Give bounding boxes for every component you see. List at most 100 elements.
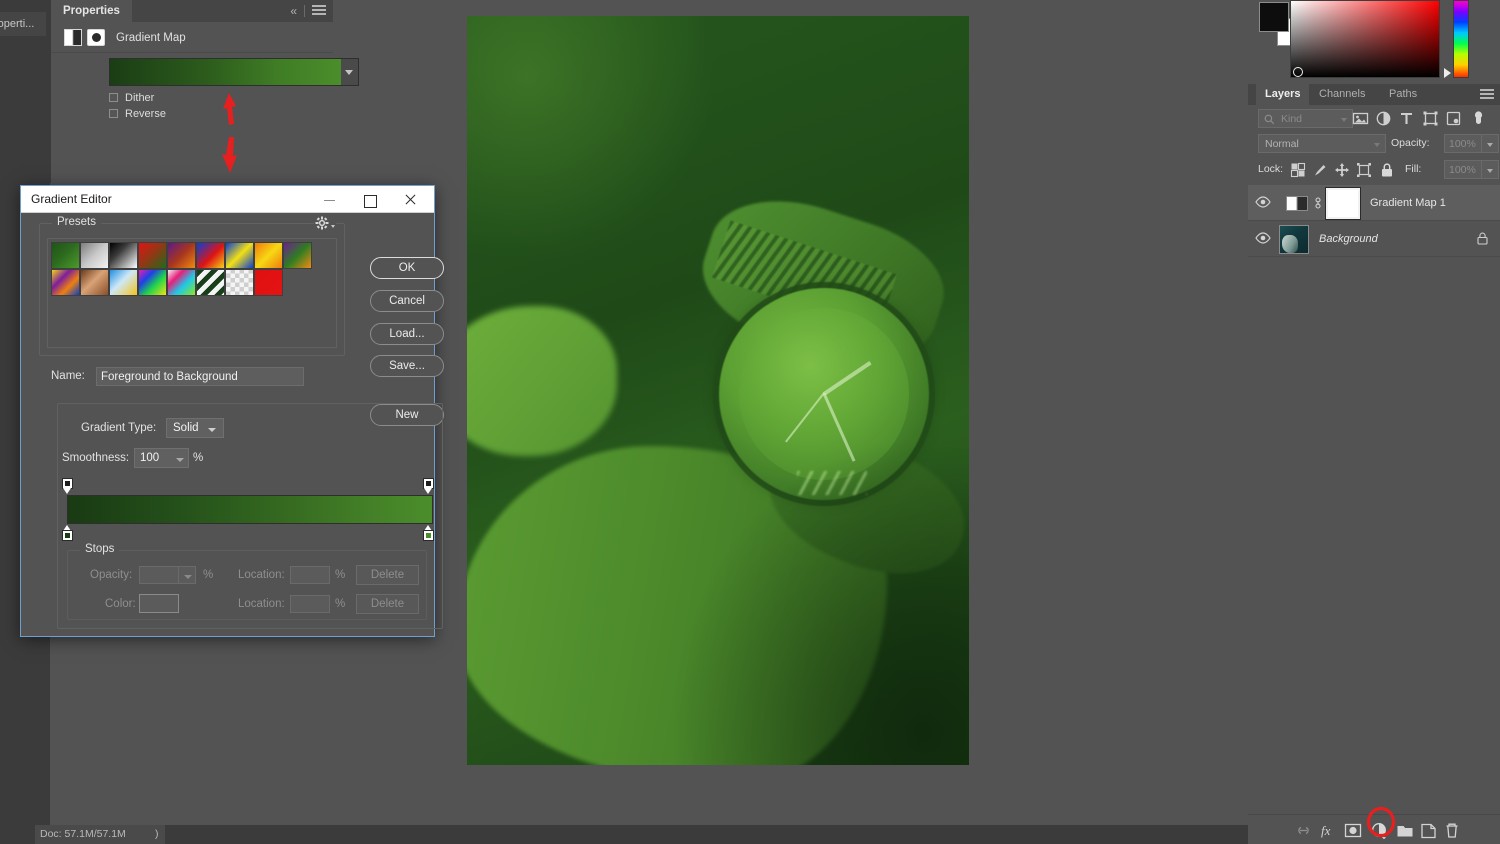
filter-shape-icon[interactable] <box>1422 110 1439 127</box>
lock-transparent-pixels-icon[interactable] <box>1290 162 1306 178</box>
foreground-color-swatch[interactable] <box>1259 2 1289 32</box>
lock-label: Lock: <box>1258 163 1284 175</box>
fill-label: Fill: <box>1405 163 1422 175</box>
color-stop-right[interactable] <box>423 525 434 541</box>
gradient-thumbnail-icon[interactable] <box>64 29 82 46</box>
location-label-1: Location: <box>238 569 285 581</box>
collapsed-properties-tab[interactable]: roperti... <box>0 12 46 36</box>
fill-dropdown-arrow-icon[interactable] <box>1482 160 1499 179</box>
presets-listbox[interactable] <box>47 238 337 348</box>
tab-paths[interactable]: Paths <box>1380 84 1426 105</box>
preset-swatch-foreground-to-background-green[interactable] <box>51 242 80 269</box>
minimize-icon[interactable] <box>310 186 350 213</box>
table-row[interactable]: Background <box>1248 221 1500 257</box>
layer-mask-icon[interactable] <box>87 29 105 46</box>
preset-swatch-transparent-stripes[interactable] <box>225 269 254 296</box>
lock-image-pixels-icon[interactable] <box>1312 162 1328 178</box>
filter-toggle-icon[interactable] <box>1470 110 1487 127</box>
hue-slider-cursor-icon[interactable] <box>1444 68 1451 78</box>
cancel-button[interactable]: Cancel <box>370 290 444 312</box>
saturation-value-field[interactable] <box>1290 0 1440 78</box>
close-icon[interactable] <box>390 186 430 213</box>
color-label: Color: <box>105 598 136 610</box>
background-thumbnail-icon[interactable] <box>1279 225 1309 254</box>
preset-swatch-violet-orange[interactable] <box>167 242 196 269</box>
preset-swatch-red-solid[interactable] <box>254 269 283 296</box>
preset-swatch-blue-red-yellow[interactable] <box>196 242 225 269</box>
hue-slider[interactable] <box>1453 0 1469 78</box>
gradient-editor-dialog[interactable]: Gradient Editor Presets Name: Foreground… <box>20 185 444 637</box>
gradient-bar[interactable] <box>67 495 433 524</box>
filter-kind-select[interactable]: Kind <box>1258 109 1353 128</box>
gradient-preview-fill <box>110 59 341 85</box>
add-layer-mask-icon[interactable] <box>1344 822 1362 839</box>
tab-layers[interactable]: Layers <box>1256 84 1310 105</box>
filter-smart-object-icon[interactable] <box>1445 110 1462 127</box>
layer-style-fx-icon[interactable]: fx <box>1320 822 1336 839</box>
table-row[interactable]: Gradient Map 1 <box>1248 185 1500 221</box>
filter-type-icon[interactable] <box>1398 110 1415 127</box>
gradient-map-thumbnail-icon[interactable] <box>1286 196 1308 211</box>
eye-icon[interactable] <box>1255 196 1271 208</box>
lock-all-icon[interactable] <box>1379 162 1395 178</box>
panel-menu-icon[interactable] <box>312 5 326 17</box>
dither-checkbox[interactable] <box>109 93 118 102</box>
tab-properties[interactable]: Properties <box>51 0 132 22</box>
preset-swatch-red-green[interactable] <box>138 242 167 269</box>
mask-link-icon[interactable] <box>1313 196 1323 210</box>
preset-swatch-orange-yellow-orange[interactable] <box>254 242 283 269</box>
new-group-icon[interactable] <box>1396 822 1414 839</box>
status-expand-arrow[interactable]: ) <box>155 828 159 840</box>
new-layer-icon[interactable] <box>1420 822 1437 839</box>
maximize-icon[interactable] <box>350 186 390 213</box>
dialog-titlebar[interactable]: Gradient Editor <box>21 186 434 213</box>
layers-panel: Layers Channels Paths Kind Normal Opacit… <box>1248 84 1500 844</box>
fill-input[interactable]: 100% <box>1444 160 1482 179</box>
eye-icon[interactable] <box>1255 232 1271 244</box>
preset-swatch-blue-yellow-blue[interactable] <box>225 242 254 269</box>
color-stop-left[interactable] <box>62 525 73 541</box>
document-canvas[interactable] <box>467 16 969 765</box>
layer-mask-thumbnail-icon[interactable] <box>1325 187 1361 220</box>
color-field-cursor-icon[interactable] <box>1293 67 1303 77</box>
smoothness-unit: % <box>193 452 204 464</box>
smoothness-input[interactable]: 100 <box>134 448 175 468</box>
tab-channels[interactable]: Channels <box>1310 84 1374 105</box>
delete-layer-icon[interactable] <box>1444 822 1460 839</box>
canvas-corner-shadow <box>669 435 969 765</box>
filter-pixel-icon[interactable] <box>1352 110 1369 127</box>
preset-swatch-stripes-diagonal[interactable] <box>196 269 225 296</box>
presets-label: Presets <box>52 216 101 228</box>
opacity-stop-left[interactable] <box>62 478 73 494</box>
lock-artboard-nesting-icon[interactable] <box>1356 162 1372 178</box>
chevron-down-icon[interactable] <box>341 59 358 85</box>
preset-swatch-spectrum[interactable] <box>138 269 167 296</box>
opacity-input[interactable]: 100% <box>1444 134 1482 153</box>
gradient-name-input[interactable] <box>96 367 304 386</box>
opacity-dropdown-arrow-icon[interactable] <box>1482 134 1499 153</box>
new-adjustment-layer-icon[interactable] <box>1370 822 1388 839</box>
preset-swatch-violet-green-orange[interactable] <box>283 242 312 269</box>
blend-mode-select[interactable]: Normal <box>1258 134 1386 153</box>
preset-swatch-chrome[interactable] <box>109 269 138 296</box>
preset-swatch-foreground-to-transparent[interactable] <box>80 242 109 269</box>
gradient-type-select[interactable]: Solid <box>166 418 224 438</box>
filter-adjustment-icon[interactable] <box>1375 110 1392 127</box>
link-layers-icon[interactable] <box>1294 822 1313 839</box>
presets-menu-gear-icon[interactable] <box>314 215 336 231</box>
opacity-stop-right[interactable] <box>423 478 434 494</box>
panel-menu-icon[interactable] <box>1480 89 1494 100</box>
preset-swatch-copper[interactable] <box>80 269 109 296</box>
save-button[interactable]: Save... <box>370 355 444 377</box>
preset-swatch-black-white[interactable] <box>109 242 138 269</box>
preset-swatch-transparent-rainbow[interactable] <box>167 269 196 296</box>
load-button[interactable]: Load... <box>370 323 444 345</box>
ok-button[interactable]: OK <box>370 257 444 279</box>
chevron-double-left-icon[interactable]: « <box>290 4 297 18</box>
smoothness-dropdown-arrow-icon[interactable] <box>171 448 189 468</box>
gradient-preview-button[interactable] <box>109 58 359 86</box>
preset-swatch-yellow-violet-orange-blue[interactable] <box>51 269 80 296</box>
reverse-checkbox[interactable] <box>109 109 118 118</box>
lock-position-icon[interactable] <box>1334 162 1350 178</box>
lock-icon <box>1477 232 1488 245</box>
